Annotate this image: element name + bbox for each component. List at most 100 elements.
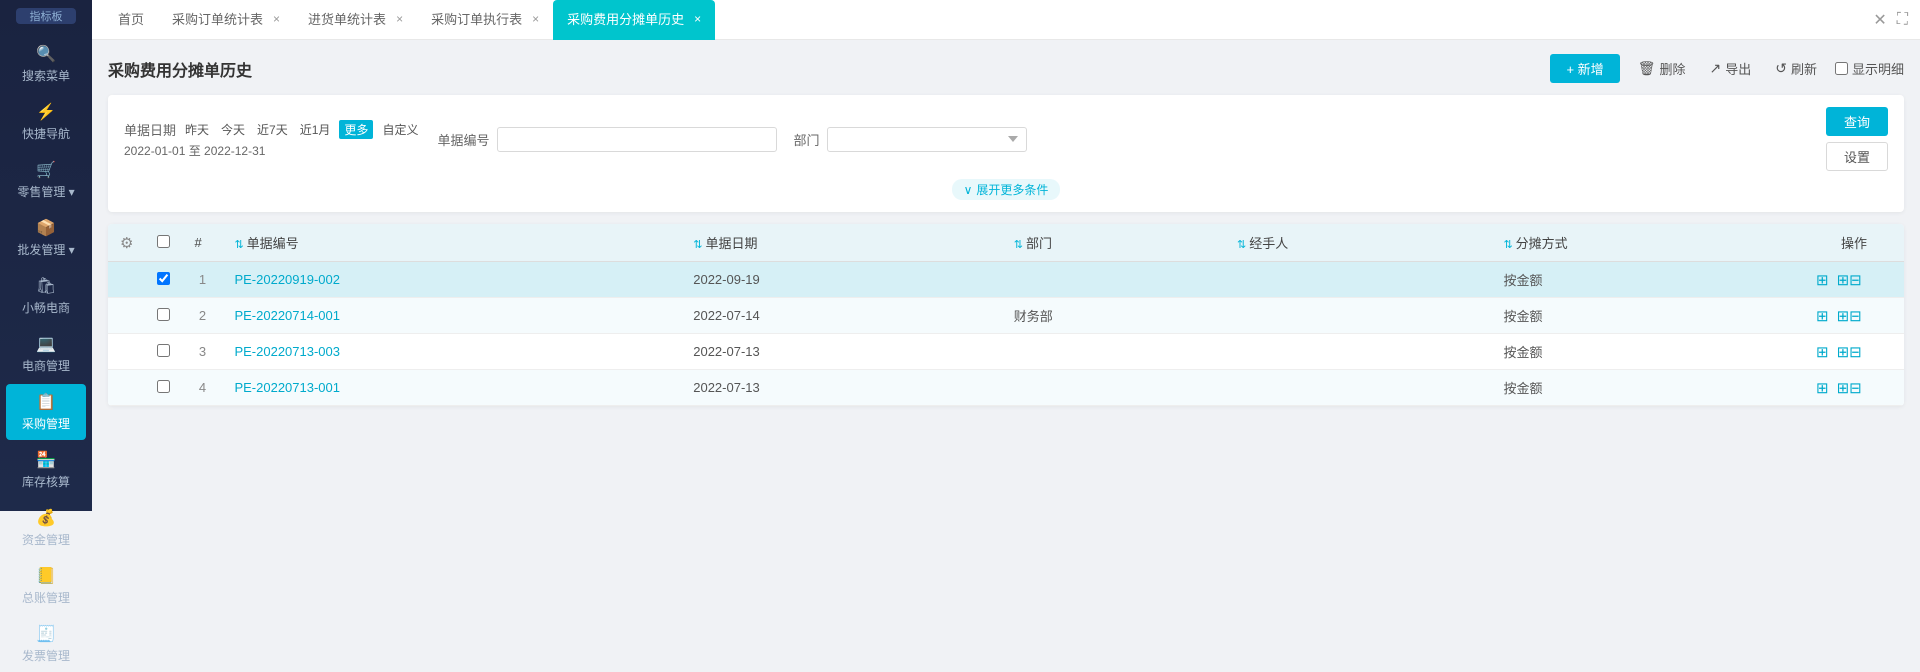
row-bill-date: 2022-07-13	[681, 370, 1002, 406]
sidebar: 指标板 🔍搜索菜单⚡快捷导航🛒零售管理 ▾📦批发管理 ▾🛍小畅电商💻电商管理📋采…	[0, 0, 92, 511]
col-checkbox	[145, 224, 182, 262]
tab-close-goods-stats[interactable]: ×	[396, 12, 403, 26]
row-bill-date: 2022-07-13	[681, 334, 1002, 370]
table-row: 1 PE-20220919-002 2022-09-19 按金额 ⊞ ⊞⊟	[108, 262, 1904, 298]
row-settings-cell	[108, 334, 145, 370]
row-num: 2	[182, 298, 222, 334]
tab-close-purchase-order-stats[interactable]: ×	[273, 12, 280, 26]
show-cols-label: 显示明细	[1852, 59, 1904, 78]
row-checkbox[interactable]	[157, 308, 170, 321]
sidebar-item-ecom-manage[interactable]: 💻电商管理	[6, 326, 86, 382]
tab-goods-stats[interactable]: 进货单统计表×	[294, 0, 417, 40]
sidebar-item-label: 零售管理 ▾	[17, 183, 74, 200]
tab-close-purchase-order-exec[interactable]: ×	[532, 12, 539, 26]
date-shortcut-7days[interactable]: 近7天	[254, 120, 291, 139]
sidebar-item-ecom-small[interactable]: 🛍小畅电商	[6, 268, 86, 324]
col-bill-date-header[interactable]: ⇅单据日期	[681, 224, 1002, 262]
bill-no-link[interactable]: PE-20220714-001	[234, 308, 340, 323]
ecom-small-icon: 🛍	[36, 276, 56, 296]
col-handler-header[interactable]: ⇅经手人	[1225, 224, 1491, 262]
date-shortcut-more[interactable]: 更多	[339, 120, 373, 139]
gear-icon[interactable]: ⚙	[120, 235, 133, 252]
export-icon: ↗	[1709, 60, 1721, 77]
bill-no-input[interactable]	[497, 127, 777, 152]
sidebar-item-label: 批发管理 ▾	[17, 241, 74, 258]
row-checkbox-cell	[145, 262, 182, 298]
date-shortcut-custom[interactable]: 自定义	[379, 120, 421, 139]
row-checkbox[interactable]	[157, 344, 170, 357]
row-split-method: 按金额	[1491, 334, 1804, 370]
table-row: 2 PE-20220714-001 2022-07-14 财务部 按金额 ⊞ ⊞…	[108, 298, 1904, 334]
table-header: ⚙ # ⇅单据编号 ⇅单据日期 ⇅部门 ⇅经手人 ⇅分摊方式 操作	[108, 224, 1904, 262]
date-shortcut-yesterday[interactable]: 昨天	[182, 120, 212, 139]
close-window-icon[interactable]: ✕	[1873, 10, 1886, 30]
row-more-icon[interactable]: ⊞⊟	[1837, 307, 1862, 325]
show-cols-checkbox[interactable]: 显示明细	[1835, 59, 1904, 78]
date-range-display[interactable]: 2022-01-01 至 2022-12-31	[124, 142, 421, 159]
col-dept-header[interactable]: ⇅部门	[1002, 224, 1225, 262]
inventory-icon: 🏪	[36, 450, 56, 470]
sidebar-item-quick[interactable]: ⚡快捷导航	[6, 94, 86, 150]
sidebar-item-finance[interactable]: 💰资金管理	[6, 500, 86, 556]
page-container: 采购费用分摊单历史 + 新增 🗑 删除 ↗ 导出 ↺ 刷新 显示明细	[92, 40, 1920, 511]
col-settings[interactable]: ⚙	[108, 224, 145, 262]
row-edit-icon[interactable]: ⊞	[1816, 307, 1829, 325]
sidebar-item-wholesale[interactable]: 📦批发管理 ▾	[6, 210, 86, 266]
sidebar-item-invoice[interactable]: 🧾发票管理	[6, 616, 86, 672]
row-bill-no: PE-20220713-003	[222, 334, 681, 370]
table-row: 4 PE-20220713-001 2022-07-13 按金额 ⊞ ⊞⊟	[108, 370, 1904, 406]
row-more-icon[interactable]: ⊞⊟	[1837, 379, 1862, 397]
row-checkbox[interactable]	[157, 380, 170, 393]
tab-purchase-order-exec[interactable]: 采购订单执行表×	[417, 0, 553, 40]
maximize-icon[interactable]: ⛶	[1897, 11, 1908, 29]
chevron-down-icon: ∨	[964, 183, 973, 197]
refresh-button[interactable]: ↺ 刷新	[1769, 55, 1823, 82]
bill-no-link[interactable]: PE-20220919-002	[234, 272, 340, 287]
tab-purchase-cost-history[interactable]: 采购费用分摊单历史×	[553, 0, 715, 40]
query-button[interactable]: 查询	[1826, 107, 1888, 136]
sidebar-item-search[interactable]: 🔍搜索菜单	[6, 36, 86, 92]
row-split-method: 按金额	[1491, 262, 1804, 298]
expand-more-button[interactable]: ∨ 展开更多条件	[952, 179, 1061, 200]
row-more-icon[interactable]: ⊞⊟	[1837, 343, 1862, 361]
row-handler	[1225, 370, 1491, 406]
sidebar-item-retail[interactable]: 🛒零售管理 ▾	[6, 152, 86, 208]
row-more-icon[interactable]: ⊞⊟	[1837, 271, 1862, 289]
export-button[interactable]: ↗ 导出	[1703, 55, 1757, 82]
sidebar-item-purchase[interactable]: 📋采购管理	[6, 384, 86, 440]
col-bill-no-header[interactable]: ⇅单据编号	[222, 224, 681, 262]
data-table: ⚙ # ⇅单据编号 ⇅单据日期 ⇅部门 ⇅经手人 ⇅分摊方式 操作	[108, 224, 1904, 406]
sidebar-item-ledger[interactable]: 📒总账管理	[6, 558, 86, 614]
show-cols-input[interactable]	[1835, 62, 1848, 75]
search-icon: 🔍	[36, 44, 56, 64]
delete-icon: 🗑	[1638, 60, 1656, 77]
bill-no-link[interactable]: PE-20220713-003	[234, 344, 340, 359]
col-split-method-header[interactable]: ⇅分摊方式	[1491, 224, 1804, 262]
setting-button[interactable]: 设置	[1826, 142, 1888, 171]
delete-button[interactable]: 🗑 删除	[1632, 55, 1692, 82]
select-all-checkbox[interactable]	[157, 235, 170, 248]
export-label: 导出	[1725, 59, 1751, 78]
row-edit-icon[interactable]: ⊞	[1816, 271, 1829, 289]
row-checkbox[interactable]	[157, 272, 170, 285]
tab-close-purchase-cost-history[interactable]: ×	[694, 12, 701, 26]
add-button[interactable]: + 新增	[1550, 54, 1619, 83]
dept-select[interactable]	[827, 127, 1027, 152]
date-shortcut-today[interactable]: 今天	[218, 120, 248, 139]
tab-home[interactable]: 首页	[104, 0, 158, 40]
purchase-icon: 📋	[36, 392, 56, 412]
bill-no-link[interactable]: PE-20220713-001	[234, 380, 340, 395]
tab-purchase-order-stats[interactable]: 采购订单统计表 ×	[158, 0, 294, 40]
row-dept	[1002, 262, 1225, 298]
date-shortcut-1month[interactable]: 近1月	[297, 120, 334, 139]
page-title: 采购费用分摊单历史	[108, 57, 252, 81]
row-dept	[1002, 370, 1225, 406]
sidebar-item-inventory[interactable]: 🏪库存核算	[6, 442, 86, 498]
tab-label-purchase-order-stats: 采购订单统计表	[172, 9, 263, 28]
expand-more-row: ∨ 展开更多条件	[124, 179, 1888, 200]
row-ops: ⊞ ⊞⊟	[1804, 262, 1904, 298]
row-edit-icon[interactable]: ⊞	[1816, 343, 1829, 361]
row-edit-icon[interactable]: ⊞	[1816, 379, 1829, 397]
tab-bar: 首页采购订单统计表×进货单统计表×采购订单执行表×采购费用分摊单历史× ✕ ⛶	[92, 0, 1920, 40]
table-row: 3 PE-20220713-003 2022-07-13 按金额 ⊞ ⊞⊟	[108, 334, 1904, 370]
